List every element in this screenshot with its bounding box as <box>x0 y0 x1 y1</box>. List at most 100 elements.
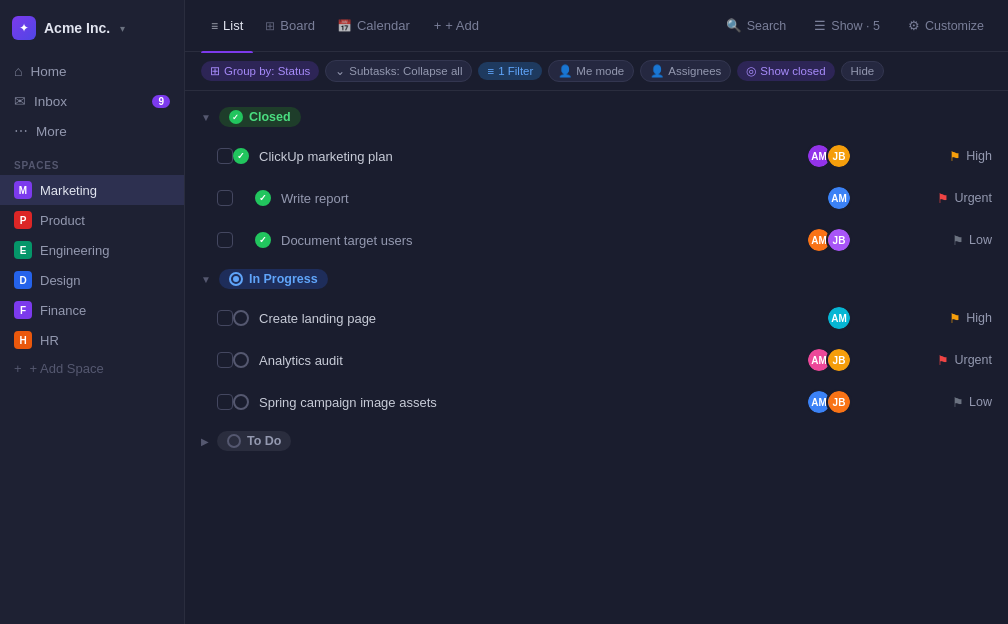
group-header-inprogress[interactable]: ▼ In Progress <box>185 261 1008 297</box>
closed-dot: ✓ <box>229 110 243 124</box>
task-list: ▼ ✓ Closed ⣿ ClickUp marketing plan AMJB… <box>185 91 1008 624</box>
priority-label: Urgent <box>954 353 992 367</box>
show-button[interactable]: ☰ Show · 5 <box>806 14 888 37</box>
task-name: Write report <box>281 191 826 206</box>
group-toggle-icon: ▼ <box>201 112 211 123</box>
group-header-todo[interactable]: ▶ To Do <box>185 423 1008 459</box>
customize-button[interactable]: ⚙ Customize <box>900 14 992 37</box>
group-badge-closed: ✓ Closed <box>219 107 301 127</box>
topbar: ≡ List ⊞ Board 📅 Calendar + + Add 🔍 Sear… <box>185 0 1008 52</box>
priority-label: Urgent <box>954 191 992 205</box>
add-space-button[interactable]: + + Add Space <box>0 355 184 382</box>
task-status-checkbox[interactable] <box>233 352 249 368</box>
sidebar-item-more[interactable]: ⋯ More <box>0 116 184 146</box>
me-mode-icon: 👤 <box>558 64 572 78</box>
priority-badge: ⚑ Low <box>912 395 992 410</box>
show-icon: ☰ <box>814 18 826 33</box>
space-label: Marketing <box>40 183 97 198</box>
topbar-actions: 🔍 Search ☰ Show · 5 ⚙ Customize <box>718 14 992 37</box>
group-badge-inprogress: In Progress <box>219 269 328 289</box>
task-status-checkbox[interactable] <box>233 310 249 326</box>
task-status-checkbox[interactable] <box>255 232 271 248</box>
gear-icon: ⚙ <box>908 18 920 33</box>
filter-chip[interactable]: ≡ 1 Filter <box>478 62 542 80</box>
view-tabs: ≡ List ⊞ Board 📅 Calendar <box>201 12 420 39</box>
priority-badge: ⚑ Urgent <box>912 191 992 206</box>
hide-chip[interactable]: Hide <box>841 61 885 81</box>
tab-list[interactable]: ≡ List <box>201 12 253 39</box>
task-assignees: AMJB <box>806 143 852 169</box>
sidebar-item-hr[interactable]: H HR <box>0 325 184 355</box>
show-closed-chip[interactable]: ◎ Show closed <box>737 61 834 81</box>
more-icon: ⋯ <box>14 123 28 139</box>
multi-select-checkbox[interactable] <box>217 148 233 164</box>
todo-dot <box>227 434 241 448</box>
chevron-down-icon: ▾ <box>120 23 125 34</box>
inbox-badge: 9 <box>152 95 170 108</box>
app-header[interactable]: ✦ Acme Inc. ▾ <box>0 8 184 52</box>
task-row[interactable]: ⣿ Analytics audit AMJB ⚑ Urgent <box>185 339 1008 381</box>
assignees-icon: 👤 <box>650 64 664 78</box>
group-toggle-icon: ▶ <box>201 436 209 447</box>
priority-badge: ⚑ Urgent <box>912 353 992 368</box>
group-by-chip[interactable]: ⊞ Group by: Status <box>201 61 319 81</box>
sidebar-item-engineering[interactable]: E Engineering <box>0 235 184 265</box>
tab-calendar[interactable]: 📅 Calendar <box>327 12 420 39</box>
sidebar-item-home[interactable]: ⌂ Home <box>0 56 184 86</box>
space-label: Product <box>40 213 85 228</box>
task-status-checkbox[interactable] <box>255 190 271 206</box>
multi-select-checkbox[interactable] <box>217 190 233 206</box>
search-button[interactable]: 🔍 Search <box>718 14 795 37</box>
tab-board[interactable]: ⊞ Board <box>255 12 325 39</box>
plus-icon: + <box>434 18 442 33</box>
search-icon: 🔍 <box>726 18 742 33</box>
filterbar: ⊞ Group by: Status ⌄ Subtasks: Collapse … <box>185 52 1008 91</box>
group-icon: ⊞ <box>210 64 220 78</box>
space-color-dot: E <box>14 241 32 259</box>
multi-select-checkbox[interactable] <box>217 310 233 326</box>
spaces-label: Spaces <box>0 150 184 175</box>
sidebar-item-inbox[interactable]: ✉ Inbox 9 <box>0 86 184 116</box>
avatar: AM <box>826 185 852 211</box>
sidebar-item-finance[interactable]: F Finance <box>0 295 184 325</box>
list-tab-icon: ≡ <box>211 19 218 33</box>
list-tab-label: List <box>223 18 243 33</box>
filter-icon: ≡ <box>487 65 494 77</box>
me-mode-chip[interactable]: 👤 Me mode <box>548 60 634 82</box>
task-name: ClickUp marketing plan <box>259 149 806 164</box>
priority-label: High <box>966 311 992 325</box>
home-icon: ⌂ <box>14 63 22 79</box>
multi-select-checkbox[interactable] <box>217 352 233 368</box>
subtasks-chip[interactable]: ⌄ Subtasks: Collapse all <box>325 60 472 82</box>
assignees-chip[interactable]: 👤 Assignees <box>640 60 731 82</box>
avatar: JB <box>826 143 852 169</box>
priority-badge: ⚑ High <box>912 149 992 164</box>
task-name: Spring campaign image assets <box>259 395 806 410</box>
priority-label: Low <box>969 395 992 409</box>
main-panel: ≡ List ⊞ Board 📅 Calendar + + Add 🔍 Sear… <box>185 0 1008 624</box>
multi-select-checkbox[interactable] <box>217 232 233 248</box>
task-name: Create landing page <box>259 311 826 326</box>
sidebar-item-marketing[interactable]: M Marketing <box>0 175 184 205</box>
space-label: HR <box>40 333 59 348</box>
task-row[interactable]: ⣿ ClickUp marketing plan AMJB ⚑ High <box>185 135 1008 177</box>
subtasks-icon: ⌄ <box>335 64 345 78</box>
task-status-checkbox[interactable] <box>233 148 249 164</box>
group-toggle-icon: ▼ <box>201 274 211 285</box>
multi-select-checkbox[interactable] <box>217 394 233 410</box>
task-row[interactable]: ⣿ Spring campaign image assets AMJB ⚑ Lo… <box>185 381 1008 423</box>
group-header-closed[interactable]: ▼ ✓ Closed <box>185 99 1008 135</box>
task-status-checkbox[interactable] <box>233 394 249 410</box>
task-assignees: AMJB <box>806 227 852 253</box>
add-view-button[interactable]: + + Add <box>424 12 489 39</box>
show-closed-icon: ◎ <box>746 64 756 78</box>
plus-icon: + <box>14 361 22 376</box>
sidebar-item-design[interactable]: D Design <box>0 265 184 295</box>
sidebar-item-product[interactable]: P Product <box>0 205 184 235</box>
space-label: Engineering <box>40 243 109 258</box>
app-name: Acme Inc. <box>44 20 110 36</box>
task-row[interactable]: ⣿ Create landing page AM ⚑ High <box>185 297 1008 339</box>
avatar: JB <box>826 227 852 253</box>
task-row[interactable]: ⣿ Write report AM ⚑ Urgent <box>185 177 1008 219</box>
task-row[interactable]: ⣿ Document target users AMJB ⚑ Low <box>185 219 1008 261</box>
